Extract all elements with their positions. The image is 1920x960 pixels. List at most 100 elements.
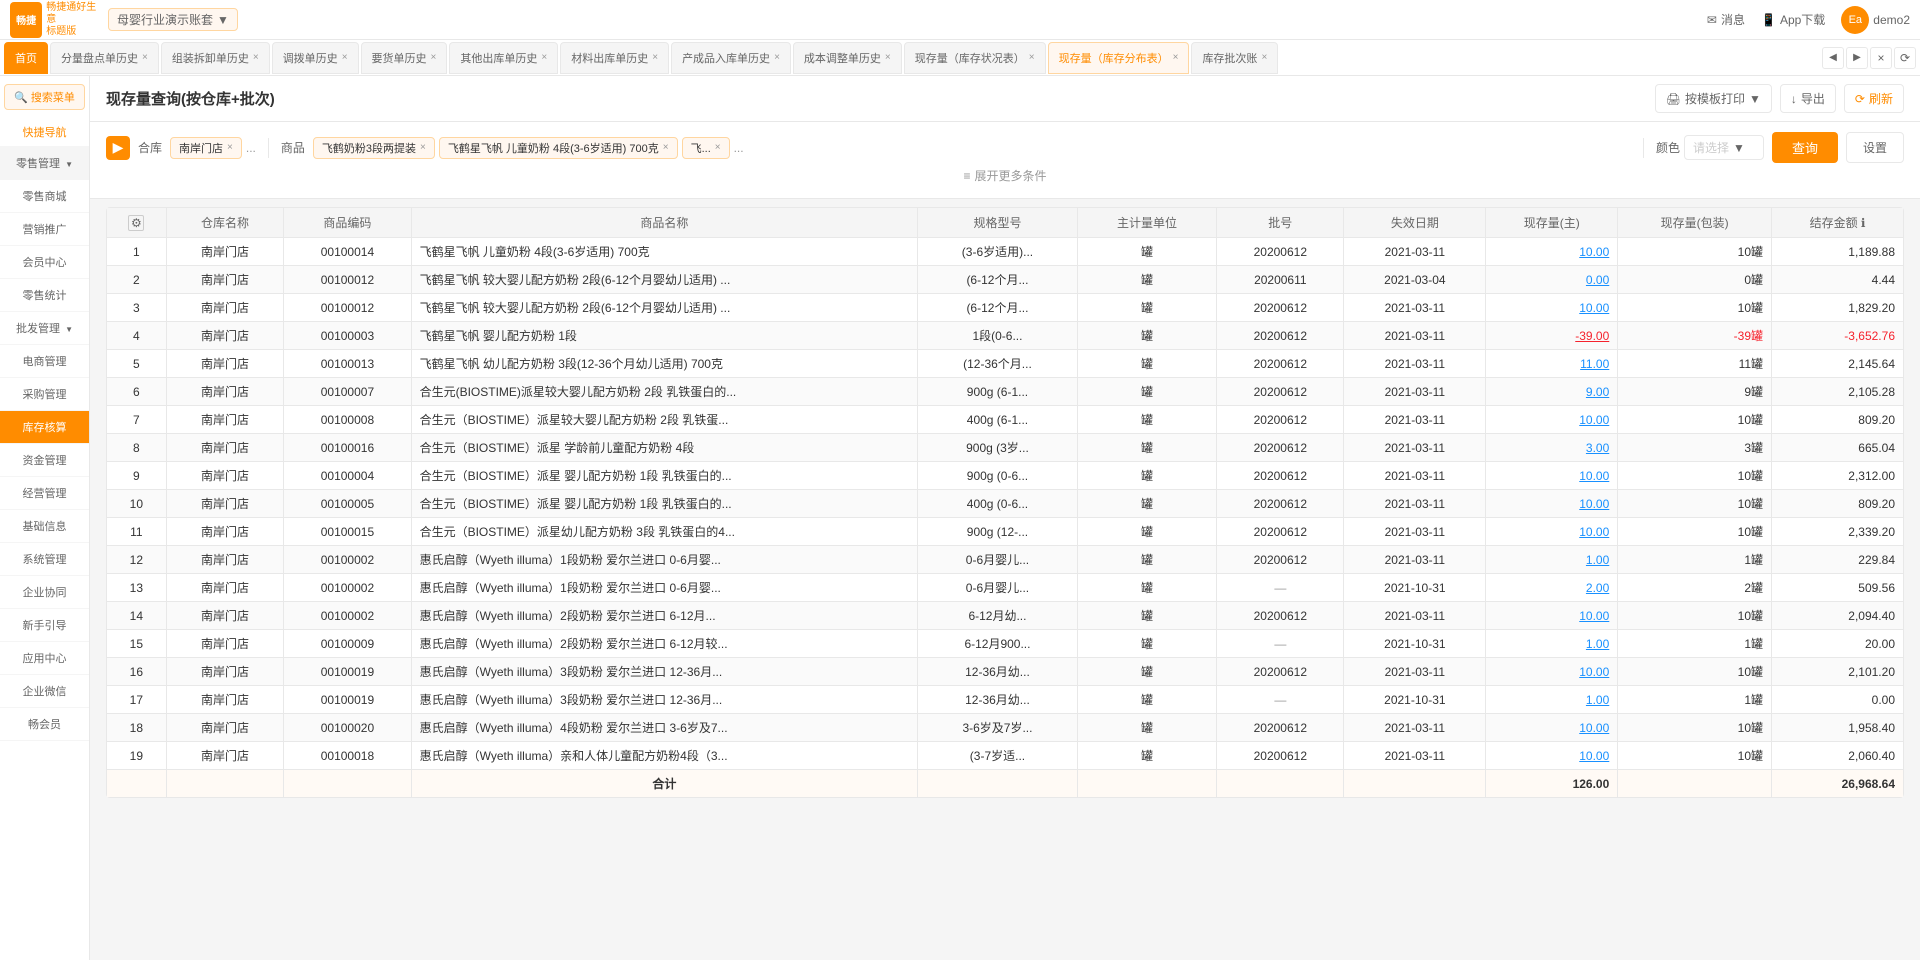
- goods-tag-2-close[interactable]: ×: [715, 142, 721, 153]
- sidebar-item-system[interactable]: 系统管理: [0, 543, 89, 576]
- tab-material-out[interactable]: 材料出库单历史 ×: [560, 42, 669, 74]
- cell-qty-main[interactable]: 10.00: [1486, 462, 1618, 490]
- tab-disassemble[interactable]: 组装拆卸单历史 ×: [161, 42, 270, 74]
- cell-qty-main[interactable]: 11.00: [1486, 350, 1618, 378]
- tab-next-button[interactable]: ▶: [1846, 47, 1868, 69]
- sidebar-search-button[interactable]: 🔍 搜索菜单: [4, 84, 85, 110]
- user-name: demo2: [1873, 13, 1910, 27]
- cell-qty-main[interactable]: -39.00: [1486, 322, 1618, 350]
- warehouse-more[interactable]: ...: [246, 141, 256, 155]
- tab-disassemble-close[interactable]: ×: [253, 52, 259, 63]
- cell-qty-main[interactable]: 10.00: [1486, 742, 1618, 770]
- filter-expand-button[interactable]: ▶: [106, 136, 130, 160]
- tab-product-in[interactable]: 产成品入库单历史 ×: [671, 42, 791, 74]
- sidebar-item-enterprise-wechat[interactable]: 企业微信: [0, 675, 89, 708]
- footer-empty-3: [284, 770, 411, 798]
- cell-qty-main[interactable]: 10.00: [1486, 714, 1618, 742]
- expand-more-button[interactable]: ≡ 展开更多条件: [963, 167, 1046, 184]
- app-label: App下载: [1780, 11, 1825, 28]
- sidebar-item-inventory[interactable]: 库存核算: [0, 411, 89, 444]
- sidebar-item-app-center[interactable]: 应用中心: [0, 642, 89, 675]
- tab-inventory-dist-close[interactable]: ×: [1173, 52, 1179, 63]
- tab-requisition[interactable]: 要货单历史 ×: [361, 42, 448, 74]
- color-select[interactable]: 请选择 ▼: [1684, 135, 1764, 160]
- sidebar-item-retail-shop[interactable]: 零售商城: [0, 180, 89, 213]
- cell-spec: (6-12个月...: [918, 294, 1078, 322]
- cell-qty-main[interactable]: 1.00: [1486, 546, 1618, 574]
- cell-qty-main[interactable]: 0.00: [1486, 266, 1618, 294]
- goods-tag-1-close[interactable]: ×: [663, 142, 669, 153]
- user-profile[interactable]: Ea demo2: [1841, 6, 1910, 34]
- message-button[interactable]: ✉ 消息: [1707, 11, 1745, 28]
- sidebar-retail-arrow: ▼: [65, 160, 73, 169]
- tab-home[interactable]: 首页: [4, 42, 48, 74]
- goods-tag-0[interactable]: 飞鹤奶粉3段两提装 ×: [313, 137, 435, 159]
- cell-qty-main[interactable]: 10.00: [1486, 602, 1618, 630]
- tab-inventory-dist[interactable]: 现存量（库存分布表） ×: [1048, 42, 1190, 74]
- tab-cost-adjust[interactable]: 成本调整单历史 ×: [793, 42, 902, 74]
- cell-expire: 2021-10-31: [1344, 686, 1486, 714]
- cell-expire: 2021-03-11: [1344, 350, 1486, 378]
- query-button[interactable]: 查询: [1772, 132, 1838, 163]
- tab-cost-adjust-close[interactable]: ×: [885, 52, 891, 63]
- sidebar-item-marketing[interactable]: 营销推广: [0, 213, 89, 246]
- sidebar-item-member[interactable]: 会员中心: [0, 246, 89, 279]
- sidebar-item-enterprise[interactable]: 企业协同: [0, 576, 89, 609]
- export-button[interactable]: ↓ 导出: [1780, 84, 1836, 113]
- tab-prev-button[interactable]: ◀: [1822, 47, 1844, 69]
- sidebar-item-member2[interactable]: 畅会员: [0, 708, 89, 741]
- tab-transfer[interactable]: 调拨单历史 ×: [272, 42, 359, 74]
- tab-transfer-close[interactable]: ×: [342, 52, 348, 63]
- cell-qty-main[interactable]: 2.00: [1486, 574, 1618, 602]
- tab-split-inventory[interactable]: 分量盘点单历史 ×: [50, 42, 159, 74]
- print-button[interactable]: 🖨 按模板打印 ▼: [1655, 84, 1772, 113]
- sidebar-item-wholesale[interactable]: 批发管理 ▼: [0, 312, 89, 345]
- settings-button[interactable]: 设置: [1846, 132, 1904, 163]
- sidebar-quick-nav[interactable]: 快捷导航: [0, 118, 89, 147]
- cell-qty-main[interactable]: 10.00: [1486, 490, 1618, 518]
- sidebar-item-basics[interactable]: 基础信息: [0, 510, 89, 543]
- tab-product-in-close[interactable]: ×: [774, 52, 780, 63]
- tab-other-out[interactable]: 其他出库单历史 ×: [449, 42, 558, 74]
- tab-other-out-close[interactable]: ×: [541, 52, 547, 63]
- tab-material-out-close[interactable]: ×: [652, 52, 658, 63]
- tab-inventory-status[interactable]: 现存量（库存状况表） ×: [904, 42, 1046, 74]
- cell-qty-main[interactable]: 3.00: [1486, 434, 1618, 462]
- col-settings[interactable]: ⚙: [107, 208, 167, 238]
- breadcrumb-select[interactable]: 母婴行业演示账套 ▼: [108, 8, 238, 31]
- cell-qty-main[interactable]: 1.00: [1486, 630, 1618, 658]
- tab-close-all-button[interactable]: ×: [1870, 47, 1892, 69]
- cell-batch: 20200612: [1217, 462, 1344, 490]
- app-download-button[interactable]: 📱 App下载: [1761, 11, 1825, 28]
- tab-batch-account[interactable]: 库存批次账 ×: [1191, 42, 1278, 74]
- col-settings-icon[interactable]: ⚙: [128, 215, 144, 231]
- warehouse-tag[interactable]: 南岸门店 ×: [170, 137, 242, 159]
- sidebar-item-guide[interactable]: 新手引导: [0, 609, 89, 642]
- sidebar-item-purchase[interactable]: 采购管理: [0, 378, 89, 411]
- sidebar-item-ecommerce[interactable]: 电商管理: [0, 345, 89, 378]
- goods-label: 商品: [281, 139, 305, 156]
- sidebar-item-retail[interactable]: 零售管理 ▼: [0, 147, 89, 180]
- tab-refresh-button[interactable]: ⟳: [1894, 47, 1916, 69]
- goods-tag-2[interactable]: 飞... ×: [682, 137, 730, 159]
- tab-batch-account-close[interactable]: ×: [1261, 52, 1267, 63]
- cell-qty-main[interactable]: 1.00: [1486, 686, 1618, 714]
- sidebar-item-finance[interactable]: 资金管理: [0, 444, 89, 477]
- tab-split-inventory-close[interactable]: ×: [142, 52, 148, 63]
- cell-qty-main[interactable]: 9.00: [1486, 378, 1618, 406]
- goods-more[interactable]: ...: [734, 141, 744, 155]
- cell-qty-main[interactable]: 10.00: [1486, 238, 1618, 266]
- refresh-button[interactable]: ⟳ 刷新: [1844, 84, 1904, 113]
- cell-qty-main[interactable]: 10.00: [1486, 406, 1618, 434]
- goods-tag-0-close[interactable]: ×: [420, 142, 426, 153]
- warehouse-tag-close[interactable]: ×: [227, 142, 233, 153]
- cell-warehouse: 南岸门店: [166, 350, 284, 378]
- tab-requisition-close[interactable]: ×: [431, 52, 437, 63]
- sidebar-item-retail-stats[interactable]: 零售统计: [0, 279, 89, 312]
- tab-inventory-status-close[interactable]: ×: [1029, 52, 1035, 63]
- cell-qty-main[interactable]: 10.00: [1486, 658, 1618, 686]
- cell-qty-main[interactable]: 10.00: [1486, 294, 1618, 322]
- cell-qty-main[interactable]: 10.00: [1486, 518, 1618, 546]
- sidebar-item-operations[interactable]: 经营管理: [0, 477, 89, 510]
- goods-tag-1[interactable]: 飞鹤星飞帆 儿童奶粉 4段(3-6岁适用) 700克 ×: [439, 137, 678, 159]
